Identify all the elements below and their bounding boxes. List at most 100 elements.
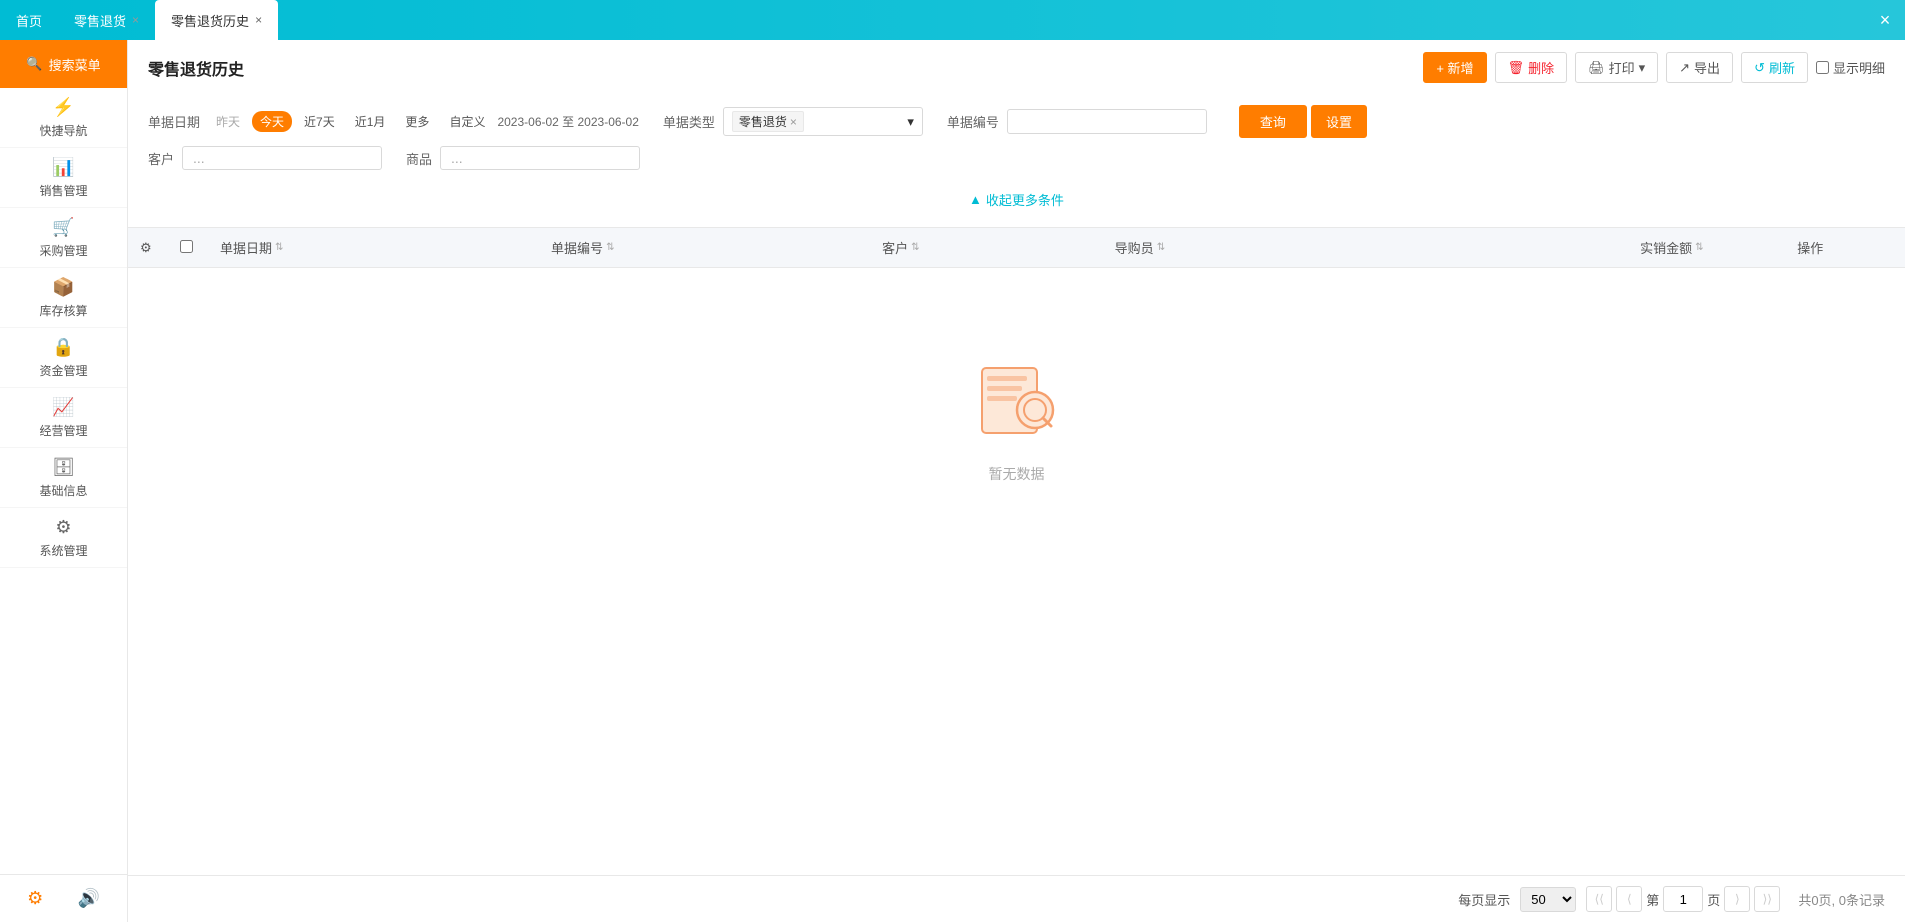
- customer-ellipsis: ...: [193, 150, 205, 166]
- empty-icon: [967, 348, 1067, 448]
- date-option-more[interactable]: 更多: [397, 111, 437, 132]
- sidebar-item-inventory[interactable]: 📦 库存核算: [0, 268, 127, 328]
- empty-state: 暂无数据: [128, 268, 1905, 564]
- filter-voucher-no-label: 单据编号: [947, 112, 999, 131]
- window-close-button[interactable]: ×: [1865, 0, 1905, 40]
- page-number-input[interactable]: [1663, 886, 1703, 912]
- goods-input[interactable]: ...: [440, 146, 640, 170]
- filter-customer-label: 客户: [148, 149, 174, 168]
- volume-icon[interactable]: 🔊: [77, 888, 99, 909]
- filter-row-1: 单据日期 昨天 今天 近7天 近1月 更多 自定义 2023-06-02 至 2…: [148, 105, 1885, 138]
- refresh-label: 刷新: [1769, 58, 1795, 77]
- voucher-type-tag-text: 零售退货: [739, 113, 787, 130]
- display-detail-checkbox[interactable]: 显示明细: [1816, 58, 1885, 77]
- print-icon: 🖨: [1588, 60, 1605, 76]
- query-button[interactable]: 查询: [1239, 105, 1307, 138]
- filter-goods-label: 商品: [406, 149, 432, 168]
- date-option-yesterday[interactable]: 昨天: [208, 111, 248, 132]
- page-size-select[interactable]: 10 20 50 100: [1520, 887, 1576, 912]
- sidebar-item-basic-info-label: 基础信息: [39, 482, 87, 499]
- tab-retail-return-history-close[interactable]: ×: [255, 13, 262, 27]
- finance-icon: 🔒: [52, 337, 74, 358]
- filter-voucher-type: 单据类型 零售退货 × ▾: [663, 107, 923, 136]
- filter-area: 单据日期 昨天 今天 近7天 近1月 更多 自定义 2023-06-02 至 2…: [148, 95, 1885, 227]
- page-header-top: 零售退货历史 + 新增 🗑 删除 🖨 打印 ▾ ↗ 导出: [148, 52, 1885, 83]
- display-detail-input[interactable]: [1816, 61, 1829, 74]
- empty-text: 暂无数据: [989, 464, 1045, 484]
- col-amount-label: 实销金额: [1640, 238, 1692, 257]
- sales-icon: 📊: [52, 157, 74, 178]
- select-all-checkbox[interactable]: [180, 240, 193, 253]
- goods-ellipsis: ...: [451, 150, 463, 166]
- filter-date: 单据日期 昨天 今天 近7天 近1月 更多 自定义 2023-06-02 至 2…: [148, 111, 639, 132]
- filter-customer: 客户 ...: [148, 146, 382, 170]
- tab-retail-return[interactable]: 零售退货 ×: [58, 0, 155, 40]
- amount-sort-icon[interactable]: ⇅: [1695, 242, 1703, 253]
- inventory-icon: 📦: [52, 277, 74, 298]
- voucher-type-tag: 零售退货 ×: [732, 111, 804, 132]
- voucher-type-tag-close[interactable]: ×: [790, 115, 797, 129]
- sidebar-item-quick-nav-label: 快捷导航: [39, 122, 87, 139]
- tab-retail-return-close[interactable]: ×: [132, 13, 139, 27]
- col-guide-label: 导购员: [1115, 238, 1154, 257]
- purchase-icon: 🛒: [52, 217, 74, 238]
- main-layout: 🔍 搜索菜单 ⚡ 快捷导航 📊 销售管理 🛒 采购管理 📦 库存核算 🔒: [0, 40, 1905, 922]
- next-page-btn[interactable]: ⟩: [1724, 886, 1750, 912]
- sidebar-bottom: ⚙ 🔊: [0, 874, 127, 922]
- col-no-label: 单据编号: [551, 238, 603, 257]
- sidebar-item-operation-label: 经营管理: [39, 422, 87, 439]
- date-option-7days[interactable]: 近7天: [296, 111, 343, 132]
- customer-sort-icon[interactable]: ⇅: [911, 242, 919, 253]
- sidebar-nav: ⚡ 快捷导航 📊 销售管理 🛒 采购管理 📦 库存核算 🔒 资金管理 📈: [0, 88, 127, 874]
- sidebar-item-operation[interactable]: 📈 经营管理: [0, 388, 127, 448]
- col-amount: 实销金额 ⇅: [1384, 228, 1715, 268]
- voucher-no-input[interactable]: [1007, 109, 1207, 134]
- date-range-text: 2023-06-02 至 2023-06-02: [497, 113, 638, 130]
- settings-button[interactable]: 设置: [1311, 105, 1367, 138]
- collapse-button[interactable]: ▲ 收起更多条件: [957, 186, 1076, 213]
- toolbar: + 新增 🗑 删除 🖨 打印 ▾ ↗ 导出 ↺: [1423, 52, 1885, 83]
- print-button[interactable]: 🖨 打印 ▾: [1575, 52, 1658, 83]
- search-icon: 🔍: [26, 56, 42, 72]
- tab-home-label: 首页: [16, 11, 42, 30]
- print-dropdown-icon: ▾: [1639, 60, 1646, 76]
- guide-sort-icon[interactable]: ⇅: [1157, 242, 1165, 253]
- voucher-type-select[interactable]: 零售退货 × ▾: [723, 107, 923, 136]
- print-label: 打印: [1609, 58, 1635, 77]
- voucher-type-dropdown-icon: ▾: [907, 114, 914, 130]
- export-button[interactable]: ↗ 导出: [1666, 52, 1733, 83]
- last-page-btn[interactable]: ⟩⟩: [1754, 886, 1780, 912]
- data-table: ⚙ 单据日期 ⇅ 单据编号: [128, 228, 1905, 564]
- sidebar-item-finance[interactable]: 🔒 资金管理: [0, 328, 127, 388]
- tab-retail-return-history[interactable]: 零售退货历史 ×: [155, 0, 278, 40]
- delete-button[interactable]: 🗑 删除: [1495, 52, 1568, 83]
- settings-bottom-icon[interactable]: ⚙: [27, 888, 43, 909]
- sidebar-item-sales[interactable]: 📊 销售管理: [0, 148, 127, 208]
- basic-info-icon: 🗄: [52, 457, 75, 478]
- date-option-custom[interactable]: 自定义: [441, 111, 493, 132]
- date-option-today[interactable]: 今天: [252, 111, 292, 132]
- first-page-btn[interactable]: ⟨⟨: [1586, 886, 1612, 912]
- sidebar-item-system[interactable]: ⚙ 系统管理: [0, 508, 127, 568]
- date-sort-icon[interactable]: ⇅: [275, 242, 283, 253]
- customer-input[interactable]: ...: [182, 146, 382, 170]
- collapse-bar: ▲ 收起更多条件: [148, 178, 1885, 227]
- refresh-button[interactable]: ↺ 刷新: [1741, 52, 1808, 83]
- tab-home[interactable]: 首页: [0, 0, 58, 40]
- prev-page-btn[interactable]: ⟨: [1616, 886, 1642, 912]
- pagination: ⟨⟨ ⟨ 第 页 ⟩ ⟩⟩: [1586, 886, 1780, 912]
- col-settings: ⚙: [128, 228, 168, 268]
- new-button[interactable]: + 新增: [1423, 52, 1486, 83]
- table-footer: 每页显示 10 20 50 100 ⟨⟨ ⟨ 第 页 ⟩ ⟩⟩ 共0页, 0条记…: [128, 875, 1905, 922]
- sidebar-item-purchase[interactable]: 🛒 采购管理: [0, 208, 127, 268]
- no-sort-icon[interactable]: ⇅: [606, 242, 614, 253]
- system-icon: ⚙: [55, 517, 71, 538]
- tab-retail-return-history-label: 零售退货历史: [171, 11, 249, 30]
- sidebar-search[interactable]: 🔍 搜索菜单: [0, 40, 127, 88]
- date-option-1month[interactable]: 近1月: [347, 111, 394, 132]
- sidebar-item-quick-nav[interactable]: ⚡ 快捷导航: [0, 88, 127, 148]
- sidebar: 🔍 搜索菜单 ⚡ 快捷导航 📊 销售管理 🛒 采购管理 📦 库存核算 🔒: [0, 40, 128, 922]
- col-operation: 操作: [1716, 228, 1905, 268]
- sidebar-item-basic-info[interactable]: 🗄 基础信息: [0, 448, 127, 508]
- col-settings-icon[interactable]: ⚙: [140, 240, 152, 255]
